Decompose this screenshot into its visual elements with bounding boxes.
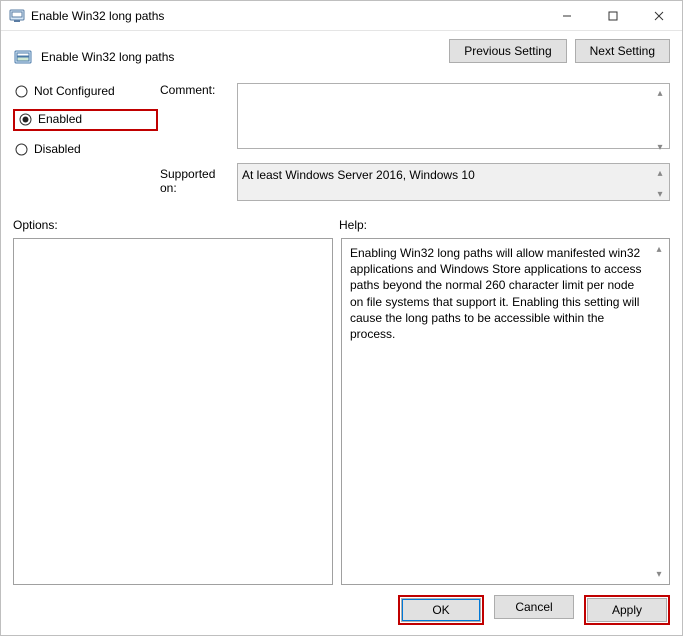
help-pane: Enabling Win32 long paths will allow man… (341, 238, 670, 585)
options-pane (13, 238, 333, 585)
window-title: Enable Win32 long paths (31, 9, 164, 23)
supported-on-label: Supported on: (160, 157, 235, 204)
options-label: Options: (13, 218, 339, 232)
next-setting-button[interactable]: Next Setting (575, 39, 670, 63)
close-button[interactable] (636, 1, 682, 30)
radio-not-configured-label: Not Configured (34, 84, 115, 98)
help-label: Help: (339, 218, 367, 232)
apply-button[interactable]: Apply (587, 598, 667, 622)
supported-on-field (237, 163, 670, 201)
radio-icon-selected (19, 113, 32, 126)
radio-icon (15, 143, 28, 156)
cancel-button[interactable]: Cancel (494, 595, 574, 619)
policy-icon (13, 47, 33, 67)
comment-label: Comment: (160, 83, 235, 157)
highlight-ok: OK (398, 595, 484, 625)
ok-button[interactable]: OK (401, 598, 481, 622)
radio-disabled-label: Disabled (34, 142, 81, 156)
radio-disabled[interactable]: Disabled (13, 141, 83, 157)
help-text: Enabling Win32 long paths will allow man… (342, 239, 669, 348)
comment-textarea[interactable] (237, 83, 670, 149)
highlight-apply: Apply (584, 595, 670, 625)
titlebar: Enable Win32 long paths (1, 1, 682, 31)
previous-setting-button[interactable]: Previous Setting (449, 39, 566, 63)
policy-heading: Enable Win32 long paths (41, 50, 174, 64)
minimize-button[interactable] (544, 1, 590, 30)
radio-enabled[interactable]: Enabled (17, 111, 84, 127)
radio-icon (15, 85, 28, 98)
app-icon (9, 8, 25, 24)
radio-not-configured[interactable]: Not Configured (13, 83, 117, 99)
maximize-button[interactable] (590, 1, 636, 30)
highlight-enabled: Enabled (13, 109, 158, 131)
scroll-down-icon: ▾ (651, 566, 667, 582)
group-policy-editor-dialog: Enable Win32 long paths (0, 0, 683, 636)
radio-enabled-label: Enabled (38, 112, 82, 126)
